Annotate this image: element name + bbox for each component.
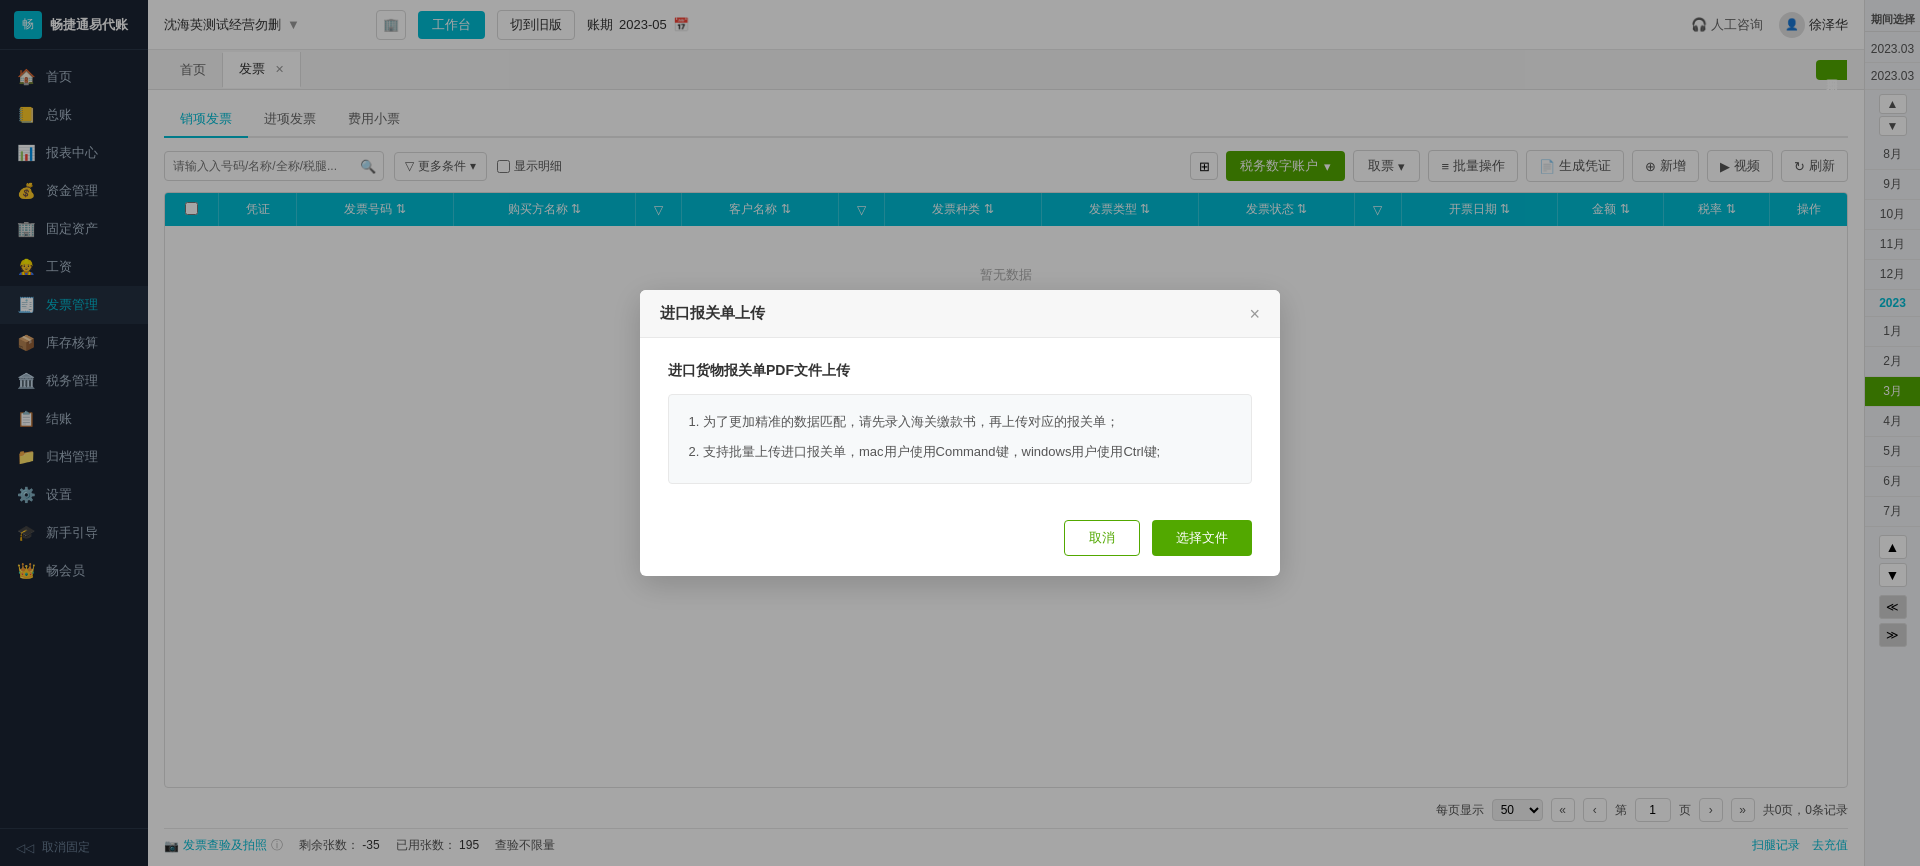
modal-section-title: 进口货物报关单PDF文件上传 xyxy=(668,362,1252,380)
modal-info-box: 为了更加精准的数据匹配，请先录入海关缴款书，再上传对应的报关单； 支持批量上传进… xyxy=(668,394,1252,484)
modal-cancel-btn[interactable]: 取消 xyxy=(1064,520,1140,556)
modal-footer: 取消 选择文件 xyxy=(640,504,1280,576)
modal-info-line-2: 支持批量上传进口报关单，mac用户使用Command键，windows用户使用C… xyxy=(703,439,1233,465)
modal-close-btn[interactable]: × xyxy=(1249,305,1260,323)
modal-title: 进口报关单上传 xyxy=(660,304,765,323)
modal-body: 进口货物报关单PDF文件上传 为了更加精准的数据匹配，请先录入海关缴款书，再上传… xyxy=(640,338,1280,504)
modal-header: 进口报关单上传 × xyxy=(640,290,1280,338)
modal-overlay: 进口报关单上传 × 进口货物报关单PDF文件上传 为了更加精准的数据匹配，请先录… xyxy=(0,0,1920,866)
modal-select-btn[interactable]: 选择文件 xyxy=(1152,520,1252,556)
modal-info-line-1: 为了更加精准的数据匹配，请先录入海关缴款书，再上传对应的报关单； xyxy=(703,409,1233,435)
modal-import-customs: 进口报关单上传 × 进口货物报关单PDF文件上传 为了更加精准的数据匹配，请先录… xyxy=(640,290,1280,576)
